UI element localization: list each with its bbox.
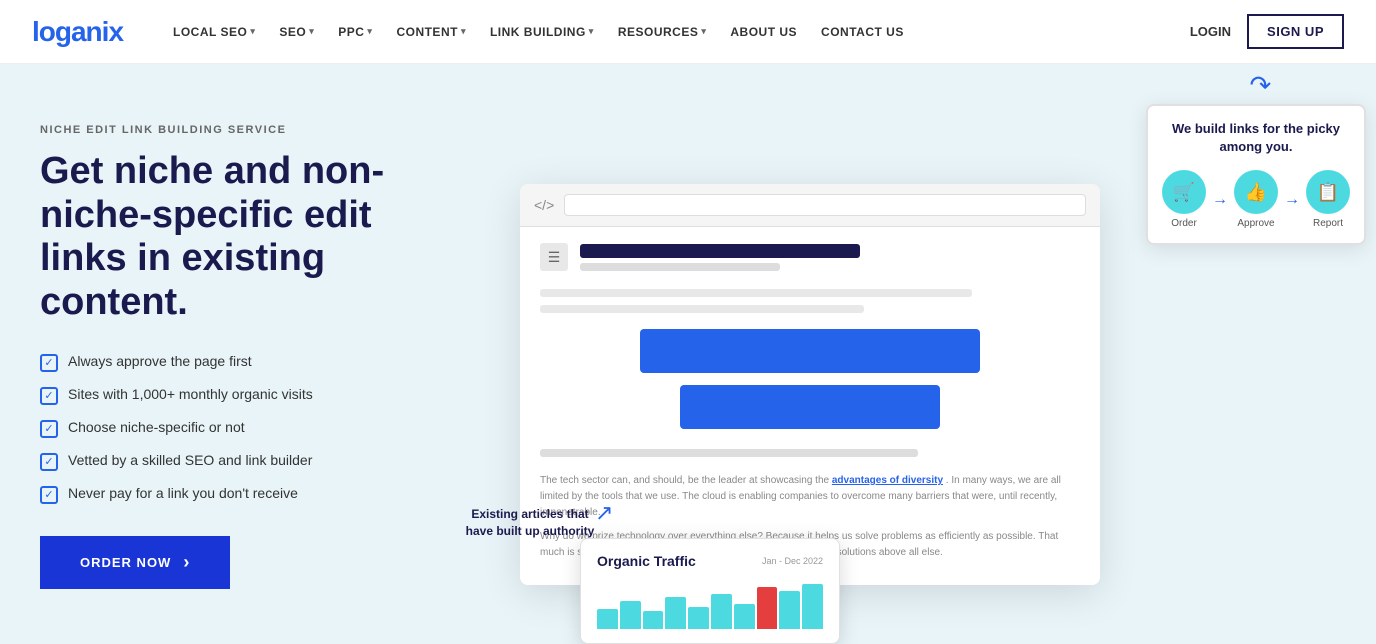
hero-eyebrow: NICHE EDIT LINK BUILDING SERVICE [40, 124, 460, 136]
browser-controls: </> [534, 197, 554, 213]
callout-arrow-icon: ↗ [595, 500, 613, 526]
checkbox-icon: ✓ [40, 354, 58, 372]
approve-icon: 👍 [1234, 170, 1278, 214]
step-order: 🛒 Order [1162, 170, 1206, 229]
nav-item-seo[interactable]: SEO ▾ [269, 17, 324, 47]
callout-label: Existing articles that have built up aut… [465, 506, 595, 540]
checkbox-icon: ✓ [40, 453, 58, 471]
chart-bar [779, 591, 800, 629]
organic-header: Organic Traffic Jan - Dec 2022 [597, 553, 823, 569]
chart-bar [620, 601, 641, 629]
chart-bar [734, 604, 755, 629]
nav-item-local-seo[interactable]: LOCAL SEO ▾ [163, 17, 265, 47]
curved-arrow-icon: ↷ [1249, 70, 1271, 101]
nav-item-content[interactable]: CONTENT ▾ [386, 17, 476, 47]
chevron-down-icon: ▾ [367, 26, 372, 37]
chevron-down-icon: ▾ [589, 26, 594, 37]
checkbox-icon: ✓ [40, 387, 58, 405]
report-icon: 📋 [1306, 170, 1350, 214]
organic-traffic-title: Organic Traffic [597, 553, 696, 569]
browser-url-bar [564, 194, 1086, 216]
nav-item-ppc[interactable]: PPC ▾ [328, 17, 382, 47]
step-arrow-icon: → [1284, 191, 1300, 209]
logo-text: loganix [32, 16, 123, 47]
navbar: loganix LOCAL SEO ▾ SEO ▾ PPC ▾ CONTENT … [0, 0, 1376, 64]
hero-left: NICHE EDIT LINK BUILDING SERVICE Get nic… [40, 114, 460, 589]
signup-button[interactable]: SIGN UP [1247, 14, 1344, 49]
list-item: ✓ Sites with 1,000+ monthly organic visi… [40, 386, 460, 405]
chart-bar [665, 597, 686, 629]
hero-right: ↷ We build links for the picky among you… [520, 114, 1336, 634]
chart-bar [597, 609, 618, 629]
nav-item-about-us[interactable]: ABOUT US [720, 17, 807, 47]
nav-links: LOCAL SEO ▾ SEO ▾ PPC ▾ CONTENT ▾ LINK B… [163, 17, 1190, 47]
checkbox-icon: ✓ [40, 486, 58, 504]
chart-bar [688, 607, 709, 629]
doc-title-bar [580, 244, 860, 258]
checkbox-icon: ✓ [40, 420, 58, 438]
content-lines-2 [540, 449, 1080, 457]
browser-body: ☰ The tech sector can, and should, be [520, 227, 1100, 585]
hero-title: Get niche and non-niche-specific edit li… [40, 150, 460, 325]
logo[interactable]: loganix [32, 16, 123, 48]
chart-bar [711, 594, 732, 629]
step-arrow-icon: → [1212, 191, 1228, 209]
step-approve: 👍 Approve [1234, 170, 1278, 229]
chart-bar [643, 611, 664, 629]
chart-bar [757, 587, 778, 629]
nav-item-resources[interactable]: RESOURCES ▾ [608, 17, 717, 47]
chevron-down-icon: ▾ [309, 26, 314, 37]
nav-item-link-building[interactable]: LINK BUILDING ▾ [480, 17, 604, 47]
login-button[interactable]: LOGIN [1190, 24, 1231, 39]
order-icon: 🛒 [1162, 170, 1206, 214]
blue-bar-2 [680, 385, 940, 429]
article-text-1: The tech sector can, and should, be the … [540, 473, 1080, 521]
content-lines [540, 289, 1080, 313]
content-line [540, 289, 972, 297]
blue-bar-1 [640, 329, 980, 373]
order-now-button[interactable]: ORDER NOW › [40, 536, 230, 589]
organic-traffic-date: Jan - Dec 2022 [762, 556, 823, 566]
hero-section: NICHE EDIT LINK BUILDING SERVICE Get nic… [0, 64, 1376, 644]
browser-bar: </> [520, 184, 1100, 227]
list-item: ✓ Choose niche-specific or not [40, 419, 460, 438]
doc-title-area [580, 244, 860, 271]
nav-item-contact-us[interactable]: CONTACT US [811, 17, 914, 47]
chart-bar [802, 584, 823, 629]
list-item: ✓ Vetted by a skilled SEO and link build… [40, 452, 460, 471]
organic-traffic-chart [597, 579, 823, 629]
content-line [540, 305, 864, 313]
code-icon: </> [534, 197, 554, 213]
list-item: ✓ Never pay for a link you don't receive [40, 485, 460, 504]
chevron-down-icon: ▾ [701, 26, 706, 37]
tooltip-steps: 🛒 Order → 👍 Approve → 📋 Report [1164, 170, 1348, 229]
document-icon: ☰ [540, 243, 568, 271]
tooltip-card: ↷ We build links for the picky among you… [1146, 104, 1366, 245]
doc-subtitle-bar [580, 263, 780, 271]
chevron-down-icon: ▾ [250, 26, 255, 37]
article-link[interactable]: advantages of diversity [832, 475, 943, 486]
nav-right: LOGIN SIGN UP [1190, 14, 1344, 49]
checklist: ✓ Always approve the page first ✓ Sites … [40, 353, 460, 504]
chevron-down-icon: ▾ [461, 26, 466, 37]
doc-header-row: ☰ [540, 243, 1080, 271]
step-report: 📋 Report [1306, 170, 1350, 229]
tooltip-speech: We build links for the picky among you. [1164, 120, 1348, 156]
organic-traffic-card: Organic Traffic Jan - Dec 2022 [580, 538, 840, 644]
content-line [540, 449, 918, 457]
list-item: ✓ Always approve the page first [40, 353, 460, 372]
